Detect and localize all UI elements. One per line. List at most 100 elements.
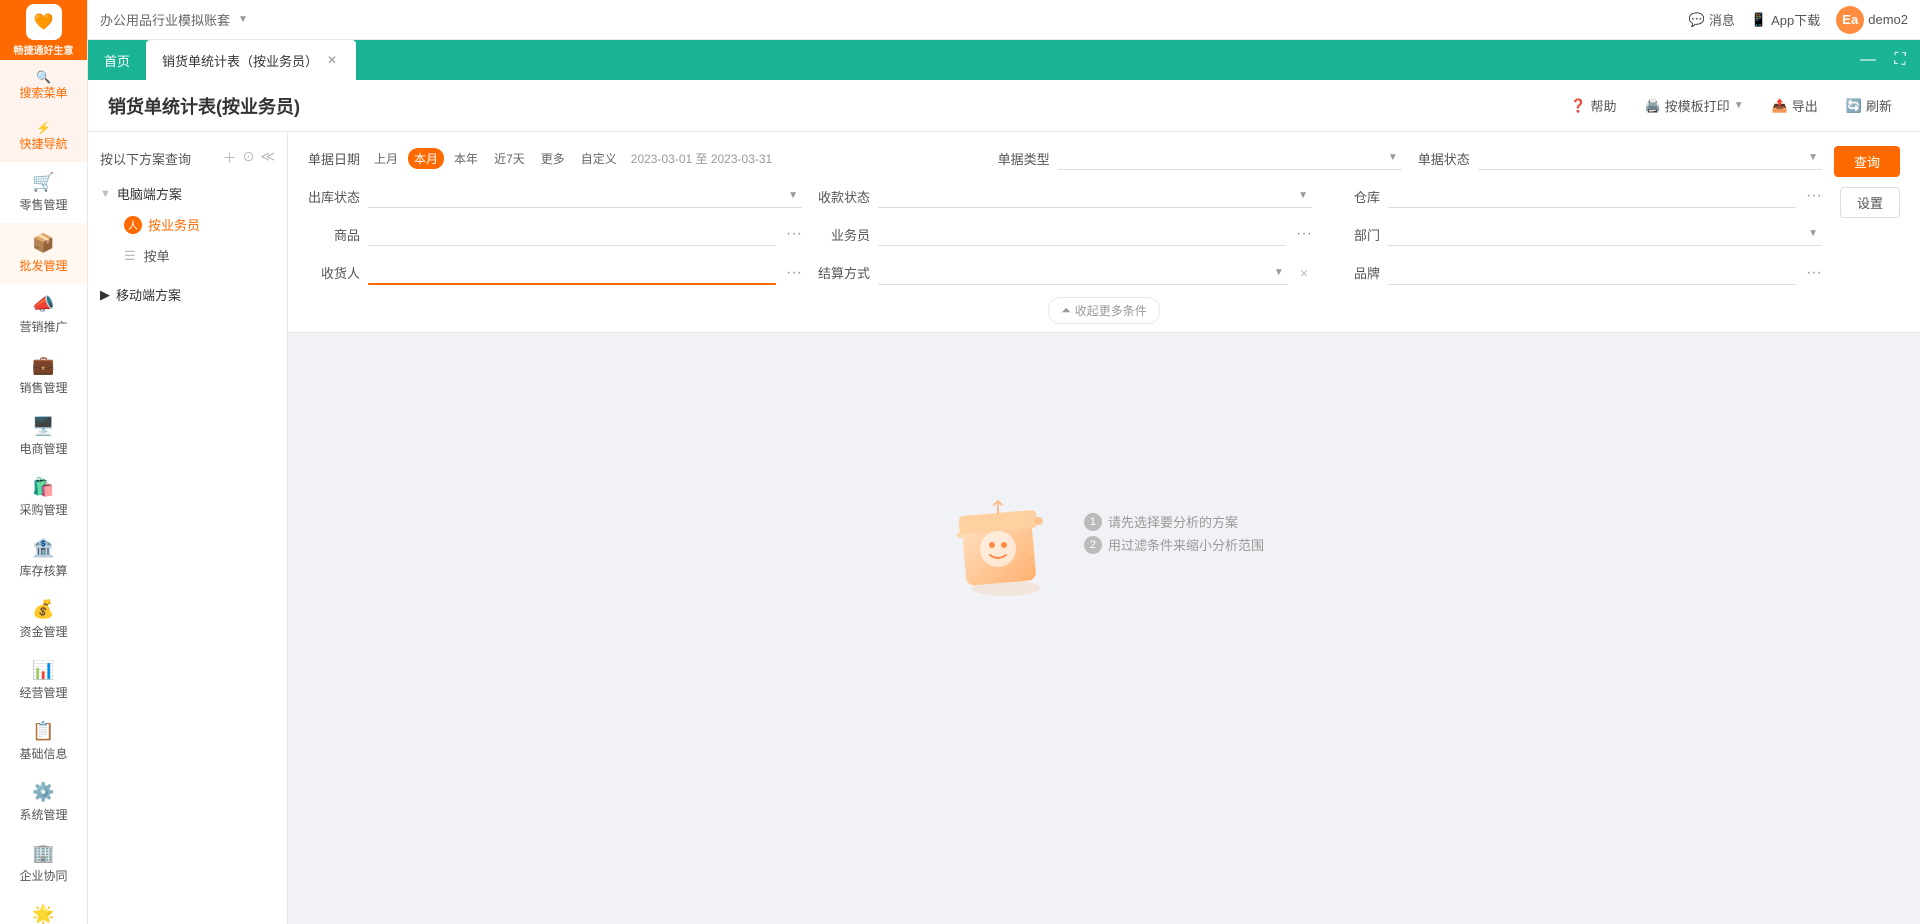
tab-minimize-icon[interactable]: — [1856,48,1880,72]
messages-btn[interactable]: 💬 消息 [1689,10,1735,29]
sidebar-item-ecommerce[interactable]: 🖥️ 电商管理 [0,406,88,467]
sidebar-item-retail[interactable]: 🛒 零售管理 [0,162,88,223]
scheme-collapse-icon[interactable]: ≪ [260,148,275,168]
dept-select[interactable] [1388,222,1822,245]
template-print-label: 按模板打印 [1665,96,1730,115]
ecommerce-icon: 🖥️ [32,416,54,437]
docstatus-select-wrap: ▼ [1478,146,1822,170]
filter-dept-field: 部门 ▼ [1328,222,1822,246]
date-btn-7days[interactable]: 近7天 [488,148,531,169]
doctype-select[interactable] [1058,146,1402,169]
scheme-add-icon[interactable]: ＋ [223,148,237,168]
docstatus-select[interactable] [1478,146,1822,169]
page-actions: ❓ 帮助 🖨️ 按模板打印 ▼ 📤 导出 🔄 刷新 [1562,92,1900,119]
tab-bar: 首页 销货单统计表（按业务员） ✕ — ⛶ [88,40,1920,80]
sidebar-item-label: 快捷导航 [19,135,67,152]
settlement-select[interactable] [878,261,1288,284]
tip2-text: 用过滤条件来缩小分析范围 [1108,535,1264,554]
sidebar-item-sales[interactable]: 💼 销售管理 [0,345,88,406]
sidebar-item-system[interactable]: ⚙️ 系统管理 [0,772,88,833]
receivestatus-select[interactable] [878,184,1312,207]
salesperson-dots-icon[interactable]: ··· [1296,225,1312,243]
sidebar-item-enterprise[interactable]: 🏢 企业协同 [0,833,88,894]
date-btn-thisyear[interactable]: 本年 [448,148,484,169]
settlement-clear-btn[interactable]: × [1296,265,1312,281]
tab-home[interactable]: 首页 [88,40,146,80]
doctype-label: 单据类型 [998,149,1050,168]
date-filter: 上月 本月 本年 近7天 更多 自定义 2023-03-01 至 2023-03… [368,148,982,169]
outstatus-select[interactable] [368,184,802,207]
sidebar-item-label: 系统管理 [19,806,67,823]
sidebar-item-nav[interactable]: ⚡ 快捷导航 [0,111,88,162]
query-btn[interactable]: 查询 [1834,146,1900,177]
sidebar-item-purchase[interactable]: 🛍️ 采购管理 [0,467,88,528]
date-btn-more[interactable]: 更多 [535,148,571,169]
settings-btn[interactable]: 设置 [1840,187,1900,218]
empty-svg [944,483,1064,603]
scheme-item-order[interactable]: ☰ 按单 [112,240,287,271]
right-panel: 单据日期 上月 本月 本年 近7天 更多 自定义 2023-03-01 至 20… [288,132,1920,924]
scheme-refresh-icon[interactable]: ⊙ [243,148,255,168]
sidebar-item-basic[interactable]: 📋 基础信息 [0,711,88,772]
receivestatus-label: 收款状态 [818,187,870,206]
export-label: 导出 [1792,96,1818,115]
scheme-group-mobile-header[interactable]: ▶ 移动端方案 [88,279,287,310]
sidebar-item-newbie[interactable]: 🌟 新手引导 [0,894,88,924]
search-icon: 🔍 [36,70,51,84]
template-print-btn[interactable]: 🖨️ 按模板打印 ▼ [1636,92,1751,119]
user-label: demo2 [1868,12,1908,27]
sidebar-item-operation[interactable]: 📊 经营管理 [0,650,88,711]
scheme-panel-header: 按以下方案查询 ＋ ⊙ ≪ [88,142,287,174]
sidebar-item-inventory[interactable]: 🏦 库存核算 [0,528,88,589]
newbie-icon: 🌟 [32,904,54,924]
collapse-btn[interactable]: ⏶ 收起更多条件 [1048,297,1160,324]
retail-icon: 🛒 [32,172,54,193]
brand-dots-icon[interactable]: ··· [1806,264,1822,282]
scheme-item-salesperson[interactable]: 人 按业务员 [112,209,287,240]
scheme-group-pc: ▼ 电脑端方案 人 按业务员 ☰ 按单 [88,174,287,275]
sidebar-item-search[interactable]: 🔍 搜索菜单 [0,60,88,111]
brand-input[interactable] [1388,261,1796,285]
tab-sales-stat[interactable]: 销货单统计表（按业务员） ✕ [146,40,356,80]
empty-state-inner: 1 请先选择要分析的方案 2 用过滤条件来缩小分析范围 [944,483,1264,583]
content-area: 销货单统计表(按业务员) ❓ 帮助 🖨️ 按模板打印 ▼ 📤 导出 🔄 刷 [88,80,1920,924]
goods-dots-icon[interactable]: ··· [786,225,802,243]
outstatus-label: 出库状态 [308,187,360,206]
marketing-icon: 📣 [32,294,54,315]
app-download-btn[interactable]: 📱 App下载 [1751,10,1820,29]
scheme-panel-icons: ＋ ⊙ ≪ [223,148,275,168]
empty-text: 1 请先选择要分析的方案 2 用过滤条件来缩小分析范围 [1084,508,1264,558]
pc-group-arrow: ▼ [100,188,111,200]
refresh-btn[interactable]: 🔄 刷新 [1838,92,1900,119]
print-dropdown-icon[interactable]: ▼ [1734,100,1744,111]
export-btn[interactable]: 📤 导出 [1764,92,1826,119]
sidebar-item-finance[interactable]: 💰 资金管理 [0,589,88,650]
tab-maximize-icon[interactable]: ⛶ [1888,48,1912,72]
filter-wrap: 单据日期 上月 本月 本年 近7天 更多 自定义 2023-03-01 至 20… [288,132,1920,333]
date-btn-lastmonth[interactable]: 上月 [368,148,404,169]
scheme-group-pc-header[interactable]: ▼ 电脑端方案 [88,178,287,209]
collapse-row: ⏶ 收起更多条件 [308,297,1900,324]
filter-btn-area: 查询 设置 [1822,146,1900,293]
collapse-up-icon: ⏶ [1061,303,1071,318]
receiver-dots-icon[interactable]: ··· [786,264,802,282]
filter-warehouse-field: 仓库 ··· [1328,184,1822,208]
sales-icon: 💼 [32,355,54,376]
help-btn[interactable]: ❓ 帮助 [1562,92,1624,119]
warehouse-input[interactable] [1388,184,1796,208]
receiver-input[interactable] [368,260,776,285]
date-btn-thismonth[interactable]: 本月 [408,148,444,169]
tab-close-icon[interactable]: ✕ [324,52,340,68]
goods-input[interactable] [368,222,776,246]
basic-icon: 📋 [32,721,54,742]
header-dropdown-arrow[interactable]: ▼ [238,14,248,25]
dept-select-wrap: ▼ [1388,222,1822,246]
sidebar-item-wholesale[interactable]: 📦 批发管理 [0,223,88,284]
sidebar-item-marketing[interactable]: 📣 营销推广 [0,284,88,345]
salesperson-input[interactable] [878,222,1286,246]
date-btn-custom[interactable]: 自定义 [575,148,623,169]
doctype-select-wrap: ▼ [1058,146,1402,170]
warehouse-dots-icon[interactable]: ··· [1806,187,1822,205]
user-menu[interactable]: Ea demo2 [1836,6,1908,34]
filter-row-2: 出库状态 ▼ 收款状态 [308,184,1822,208]
